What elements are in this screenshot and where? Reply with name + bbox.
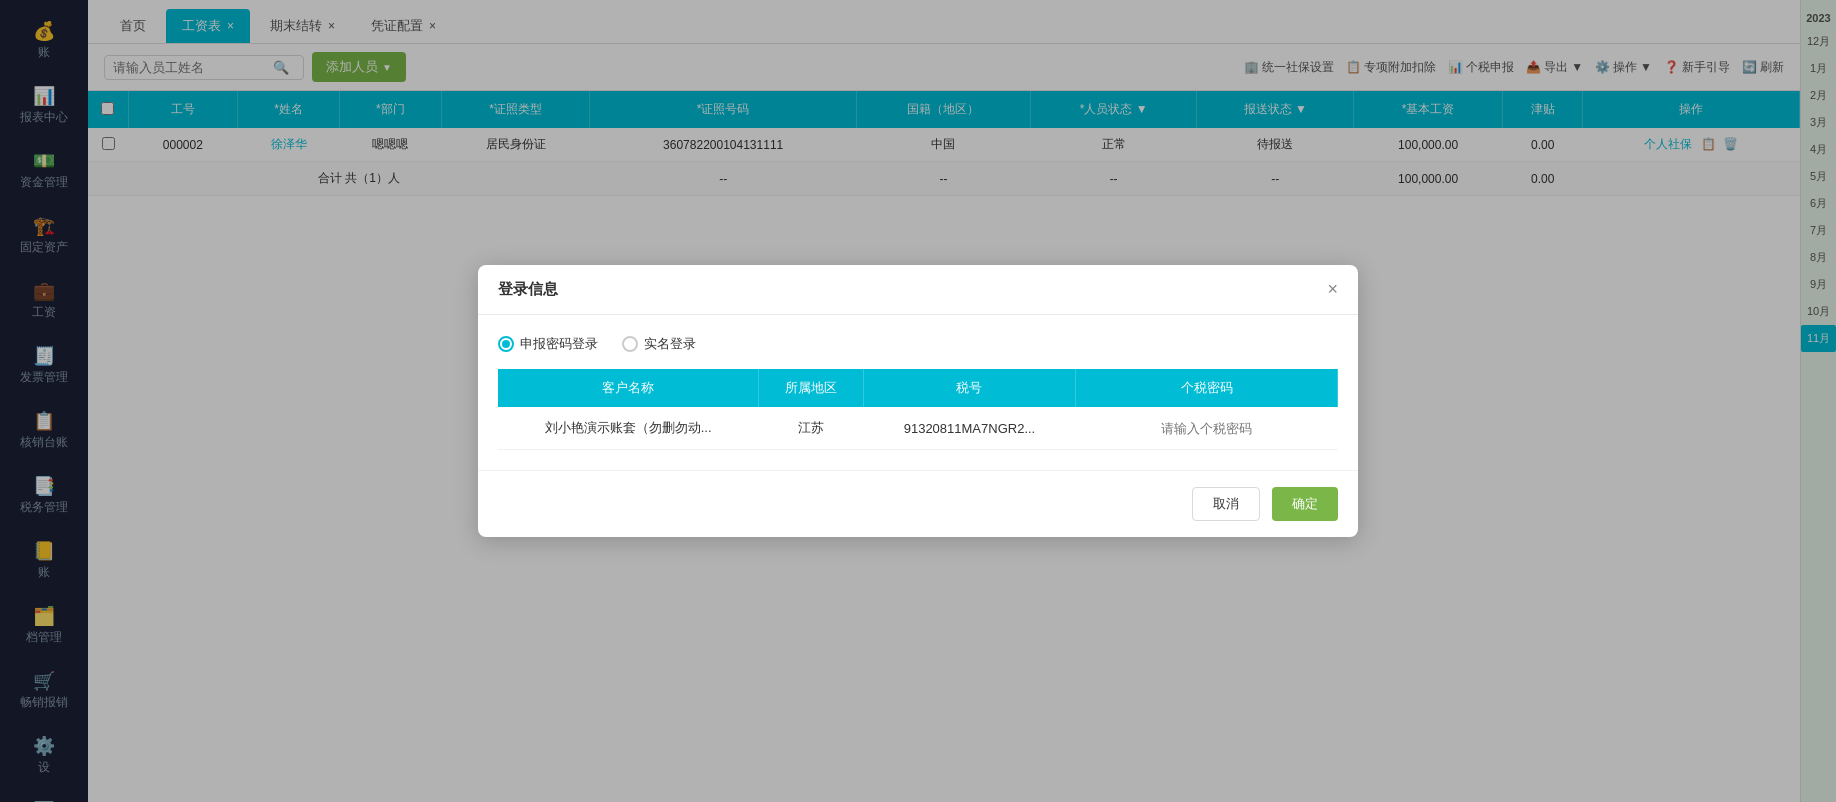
dialog-footer: 取消 确定 — [478, 470, 1358, 537]
radio-password-label: 申报密码登录 — [520, 335, 598, 353]
dialog-body: 申报密码登录 实名登录 客户名称 所属地区 税号 个税密码 — [478, 315, 1358, 470]
dialog-table-header-region: 所属地区 — [758, 369, 863, 407]
tax-password-input[interactable] — [1088, 421, 1326, 436]
dialog-header: 登录信息 × — [478, 265, 1358, 315]
tax-no-cell: 91320811MA7NGR2... — [863, 407, 1075, 450]
dialog-title: 登录信息 — [498, 280, 558, 299]
dialog-close-icon[interactable]: × — [1327, 279, 1338, 300]
radio-realname-circle — [622, 336, 638, 352]
dialog-table-row: 刘小艳演示账套（勿删勿动... 江苏 91320811MA7NGR2... — [498, 407, 1338, 450]
cancel-button[interactable]: 取消 — [1192, 487, 1260, 521]
radio-password-login[interactable]: 申报密码登录 — [498, 335, 598, 353]
dialog-overlay: 登录信息 × 申报密码登录 实名登录 — [0, 0, 1836, 802]
dialog-table-header-client: 客户名称 — [498, 369, 758, 407]
confirm-button[interactable]: 确定 — [1272, 487, 1338, 521]
dialog-table-header-tax-no: 税号 — [863, 369, 1075, 407]
app-layout: 💰 账 📊 报表中心 💵 资金管理 🏗️ 固定资产 💼 工资 🧾 发票管理 📋 … — [0, 0, 1836, 802]
dialog-table: 客户名称 所属地区 税号 个税密码 刘小艳演示账套（勿删勿动... 江苏 913… — [498, 369, 1338, 450]
tax-password-cell[interactable] — [1076, 407, 1338, 450]
dialog-table-header-tax-pwd: 个税密码 — [1076, 369, 1338, 407]
login-type-radio-group: 申报密码登录 实名登录 — [498, 335, 1338, 353]
radio-password-circle — [498, 336, 514, 352]
radio-realname-label: 实名登录 — [644, 335, 696, 353]
radio-realname-login[interactable]: 实名登录 — [622, 335, 696, 353]
client-name-cell: 刘小艳演示账套（勿删勿动... — [498, 407, 758, 450]
login-dialog: 登录信息 × 申报密码登录 实名登录 — [478, 265, 1358, 537]
region-cell: 江苏 — [758, 407, 863, 450]
